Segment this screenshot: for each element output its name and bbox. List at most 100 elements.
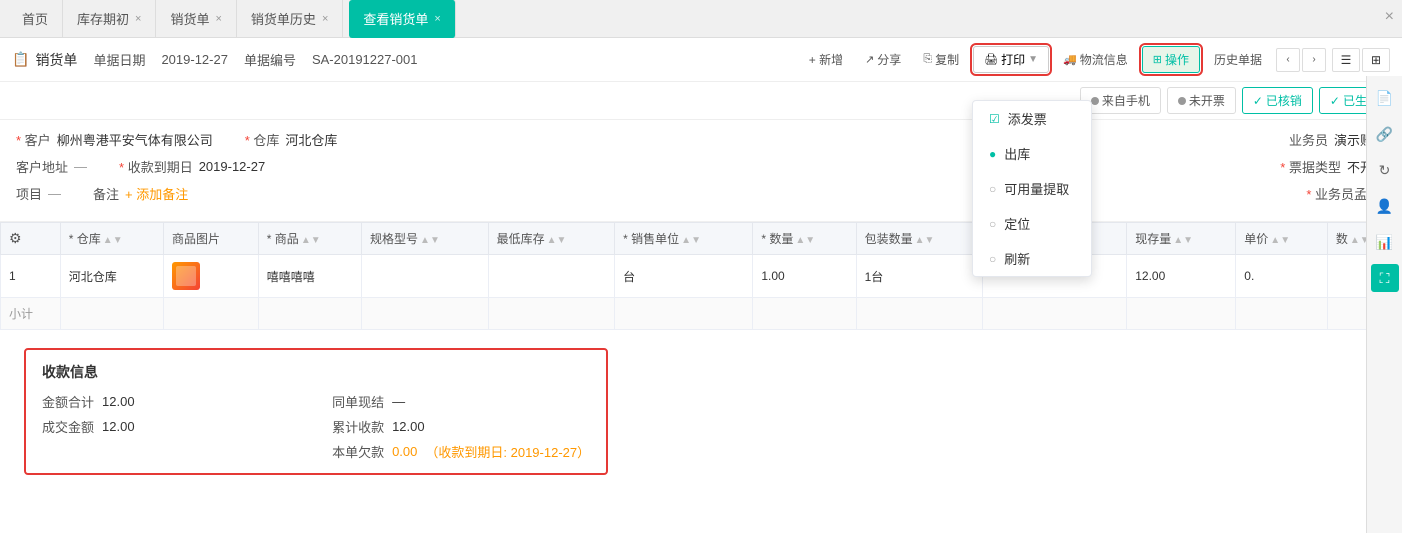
tab-bar: 首页 库存期初 × 销货单 × 销货单历史 × 查看销货单 × × [0, 0, 1402, 38]
same-order-row: 同单现结 — [332, 392, 590, 411]
toolbar-row: 来自手机 未开票 ✓ 已核销 ✓ 已生效 [0, 82, 1402, 120]
total-value: 12.00 [102, 394, 135, 409]
address-value: — [74, 159, 87, 174]
same-order-value: — [392, 394, 405, 409]
project-value: — [48, 186, 61, 201]
tab-inventory-label: 库存期初 [77, 9, 129, 28]
share-button[interactable]: ↗ 分享 [857, 47, 909, 72]
sidebar-icon-expand[interactable]: ⛶ [1371, 264, 1399, 292]
subtotal-qty [753, 298, 856, 330]
warehouse-label: 仓库 [245, 130, 280, 149]
not-open-button[interactable]: 未开票 [1167, 87, 1236, 114]
confirm-button[interactable]: ✓ 已核销 [1242, 87, 1313, 114]
print-button[interactable]: 🖨 打印 ▼ [973, 46, 1049, 73]
form-row-1: 客户 柳州粤港平安气体有限公司 仓库 河北仓库 业务员 演示账号 [16, 130, 1386, 149]
payment-section: 收款信息 金额合计 12.00 同单现结 — 成交金额 12.00 [0, 330, 1402, 485]
subtotal-warehouse [60, 298, 163, 330]
th-product: * 商品▲▼ [258, 223, 361, 255]
sidebar-icon-chart[interactable]: 📊 [1371, 228, 1399, 256]
subtotal-available [983, 298, 1127, 330]
from-phone-label: 来自手机 [1102, 92, 1150, 109]
logistics-button[interactable]: 🚚 物流信息 [1055, 47, 1136, 72]
subtotal-spec [362, 298, 489, 330]
th-unit: * 销售单位▲▼ [615, 223, 753, 255]
th-settings: ⚙ [1, 223, 61, 255]
tab-home[interactable]: 首页 [8, 0, 63, 38]
cumulative-label: 累计收款 [332, 417, 384, 436]
cumulative-value: 12.00 [392, 419, 425, 434]
sidebar-icon-refresh[interactable]: ↻ [1371, 156, 1399, 184]
warehouse-field: 仓库 河北仓库 [245, 130, 338, 149]
cell-spec [362, 255, 489, 298]
tab-sales-history-close[interactable]: × [322, 13, 328, 25]
tab-inventory-close[interactable]: × [135, 13, 141, 25]
radio-icon-3: ○ [989, 217, 996, 231]
tab-view-sales-label: 查看销货单 [363, 9, 428, 28]
remark-field: 备注 添加备注 [93, 184, 188, 203]
subtotal-img [164, 298, 259, 330]
form-row-2: 客户地址 — 收款到期日 2019-12-27 票据类型 不开票 [16, 157, 1386, 176]
customer-value: 柳州粤港平安气体有限公司 [57, 130, 213, 149]
dropdown-outbound-label: 出库 [1004, 144, 1030, 163]
radio-icon-4: ○ [989, 252, 996, 266]
add-remark-button[interactable]: 添加备注 [125, 184, 188, 203]
th-price: 单价▲▼ [1236, 223, 1328, 255]
tab-sales-history-label: 销货单历史 [251, 9, 316, 28]
dropdown-item-outbound[interactable]: ● 出库 [973, 136, 1091, 171]
items-table: ⚙ * 仓库▲▼ 商品图片 * 商品▲▼ 规格型号▲▼ 最低库存▲▼ * 销售单… [0, 222, 1402, 330]
list-view-button[interactable]: ☰ [1332, 48, 1360, 72]
prev-button[interactable]: ‹ [1276, 48, 1300, 72]
dropdown-locate-label: 定位 [1004, 214, 1030, 233]
dropdown-item-available[interactable]: ○ 可用量提取 [973, 171, 1091, 206]
sidebar-icon-user[interactable]: 👤 [1371, 192, 1399, 220]
cell-num: 1 [1, 255, 61, 298]
subtotal-pack [856, 298, 983, 330]
dropdown-item-locate[interactable]: ○ 定位 [973, 206, 1091, 241]
tab-inventory[interactable]: 库存期初 × [63, 0, 156, 38]
grid-view-button[interactable]: ⊞ [1362, 48, 1390, 72]
doc-meta: 单据日期 2019-12-27 单据编号 SA-20191227-001 [93, 50, 417, 69]
subtotal-price [1236, 298, 1328, 330]
tab-home-label: 首页 [22, 9, 48, 28]
th-product-img: 商品图片 [164, 223, 259, 255]
cell-min-stock [488, 255, 615, 298]
address-field: 客户地址 — [16, 157, 87, 176]
confirm-label: 已核销 [1266, 92, 1302, 109]
deal-value: 12.00 [102, 419, 135, 434]
subtotal-unit [615, 298, 753, 330]
doc-title-text: 销货单 [35, 50, 77, 70]
sidebar-icon-link[interactable]: 🔗 [1371, 120, 1399, 148]
history-button[interactable]: 历史单据 [1206, 47, 1270, 72]
address-label: 客户地址 [16, 157, 68, 176]
tab-sales[interactable]: 销货单 × [156, 0, 236, 38]
dropdown-refresh-label: 刷新 [1004, 249, 1030, 268]
remark-label: 备注 [93, 184, 119, 203]
next-button[interactable]: › [1302, 48, 1326, 72]
doc-header: 📋 销货单 单据日期 2019-12-27 单据编号 SA-20191227-0… [0, 38, 1402, 82]
tab-view-sales[interactable]: 查看销货单 × [349, 0, 455, 38]
tab-sales-history[interactable]: 销货单历史 × [237, 0, 343, 38]
new-button[interactable]: + 新增 [801, 47, 851, 72]
deal-row: 成交金额 12.00 [42, 417, 300, 436]
cell-pack-qty: 1台 [856, 255, 983, 298]
payment-date-value: 2019-12-27 [199, 159, 266, 174]
doc-title-icon: 📋 [12, 51, 29, 68]
dropdown-item-refresh[interactable]: ○ 刷新 [973, 241, 1091, 276]
gear-icon[interactable]: ⚙ [9, 230, 22, 246]
tab-sales-close[interactable]: × [215, 13, 221, 25]
nav-arrows: ‹ › [1276, 48, 1326, 72]
tab-view-sales-close[interactable]: × [434, 13, 440, 25]
form-section: 客户 柳州粤港平安气体有限公司 仓库 河北仓库 业务员 演示账号 客户地址 — [0, 120, 1402, 222]
cell-product-img [164, 255, 259, 298]
th-current-stock: 现存量▲▼ [1127, 223, 1236, 255]
th-spec: 规格型号▲▼ [362, 223, 489, 255]
th-min-stock: 最低库存▲▼ [488, 223, 615, 255]
cell-price: 0. [1236, 255, 1328, 298]
operate-button[interactable]: ⊞ 操作 [1142, 46, 1200, 73]
sidebar-icon-doc[interactable]: 📄 [1371, 84, 1399, 112]
cell-warehouse: 河北仓库 [60, 255, 163, 298]
project-field: 项目 — [16, 184, 61, 203]
window-close-button[interactable]: × [1385, 8, 1394, 26]
copy-button[interactable]: ⎘ 复制 [915, 47, 967, 72]
dropdown-item-invoice[interactable]: ☑ 添发票 [973, 101, 1091, 136]
